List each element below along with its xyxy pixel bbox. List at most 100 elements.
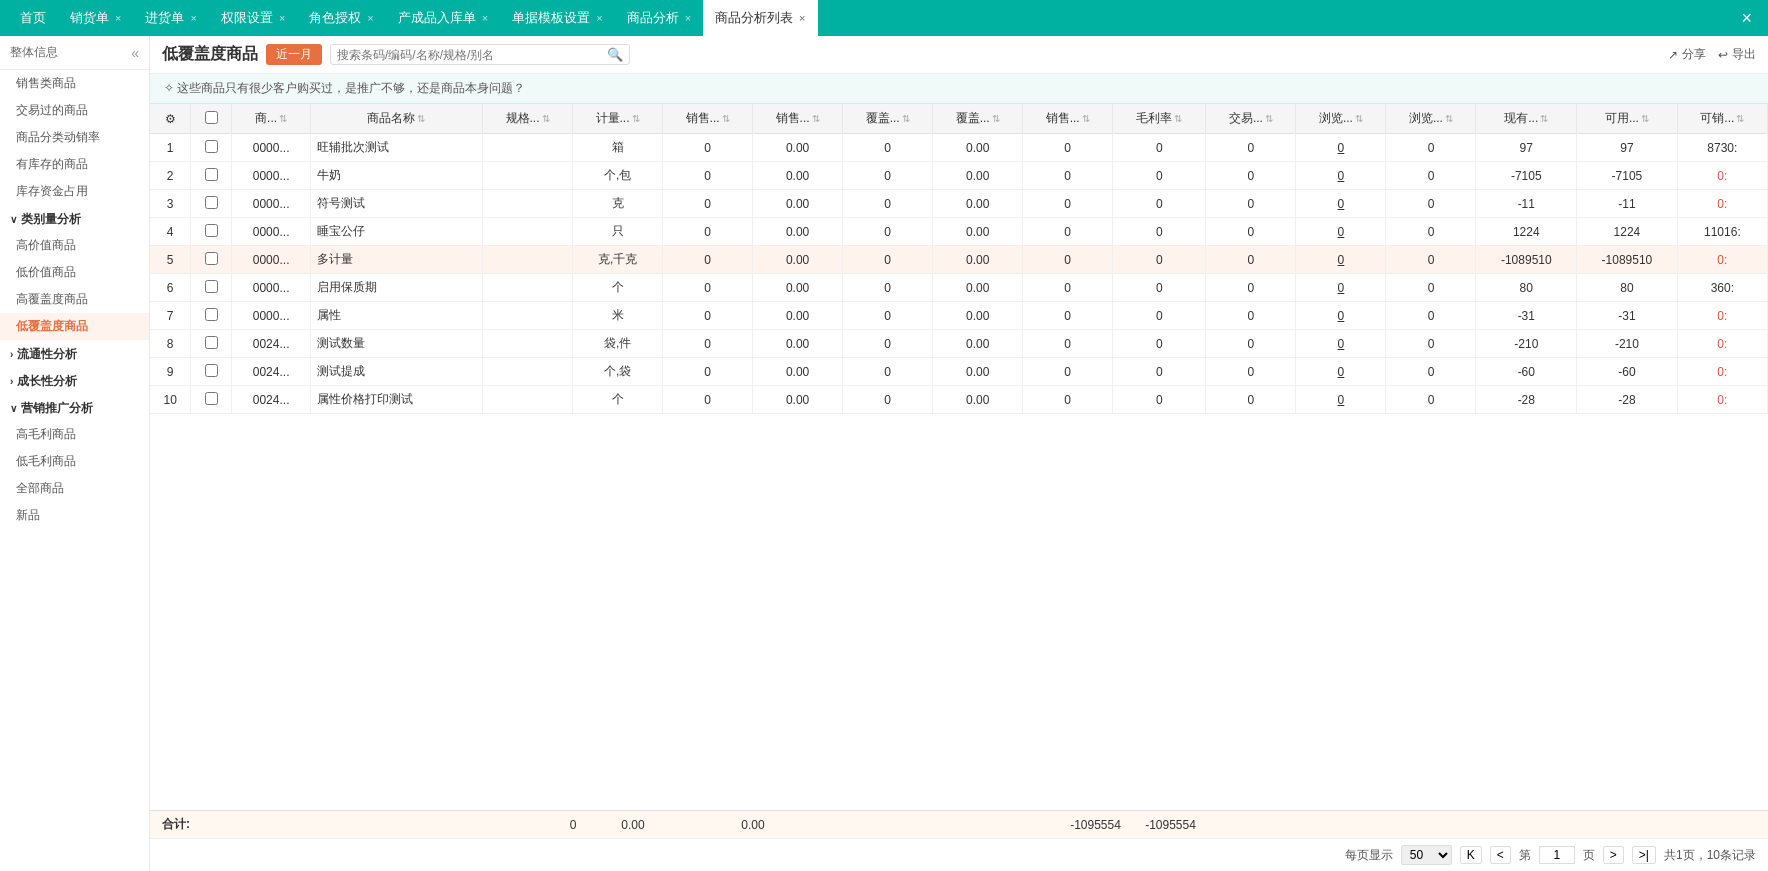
row-browse1[interactable]: 0 — [1296, 190, 1386, 218]
sidebar-group-growth[interactable]: › 成长性分析 — [0, 367, 149, 394]
page-size-select[interactable]: 50 20 100 — [1401, 845, 1452, 865]
prev-page-button[interactable]: < — [1490, 846, 1511, 864]
nav-item-template[interactable]: 单据模板设置 × — [500, 0, 614, 36]
nav-item-product-analysis-list[interactable]: 商品分析列表 × — [703, 0, 817, 36]
row-select-checkbox[interactable] — [205, 280, 218, 293]
close-icon[interactable]: × — [596, 12, 602, 24]
sidebar-item-category-rate[interactable]: 商品分类动销率 — [0, 124, 149, 151]
col-browse2[interactable]: 浏览...⇅ — [1386, 104, 1476, 134]
search-input[interactable] — [337, 48, 607, 62]
sidebar-group-marketing[interactable]: ∨ 营销推广分析 — [0, 394, 149, 421]
row-current-stock: 80 — [1476, 274, 1577, 302]
export-button[interactable]: ↩ 导出 — [1718, 46, 1756, 63]
close-icon[interactable]: × — [367, 12, 373, 24]
close-icon[interactable]: × — [799, 12, 805, 24]
row-select-checkbox[interactable] — [205, 364, 218, 377]
sidebar-item-low-coverage[interactable]: 低覆盖度商品 — [0, 313, 149, 340]
row-select-checkbox[interactable] — [205, 392, 218, 405]
col-sellable[interactable]: 可销...⇅ — [1677, 104, 1767, 134]
col-available-stock[interactable]: 可用...⇅ — [1577, 104, 1678, 134]
col-coverage1[interactable]: 覆盖...⇅ — [843, 104, 933, 134]
select-all-checkbox[interactable] — [205, 111, 218, 124]
sidebar-item-new-goods[interactable]: 新品 — [0, 502, 149, 529]
nav-item-purchase[interactable]: 进货单 × — [133, 0, 208, 36]
sidebar-item-capital[interactable]: 库存资金占用 — [0, 178, 149, 205]
row-browse1[interactable]: 0 — [1296, 246, 1386, 274]
col-transaction[interactable]: 交易...⇅ — [1206, 104, 1296, 134]
col-name[interactable]: 商品名称⇅ — [310, 104, 482, 134]
sidebar-item-high-margin[interactable]: 高毛利商品 — [0, 421, 149, 448]
next-page-button[interactable]: > — [1603, 846, 1624, 864]
row-browse1[interactable]: 0 — [1296, 274, 1386, 302]
row-browse1[interactable]: 0 — [1296, 134, 1386, 162]
sidebar-item-sales-goods[interactable]: 销售类商品 — [0, 70, 149, 97]
row-browse1[interactable]: 0 — [1296, 162, 1386, 190]
close-icon[interactable]: × — [279, 12, 285, 24]
nav-item-product-analysis[interactable]: 商品分析 × — [615, 0, 703, 36]
row-checkbox[interactable] — [191, 162, 232, 190]
sidebar-group-coverage[interactable]: ∨ 类别量分析 — [0, 205, 149, 232]
sidebar-collapse-button[interactable]: « — [131, 45, 139, 61]
share-button[interactable]: ↗ 分享 — [1668, 46, 1706, 63]
nav-item-product-inbound[interactable]: 产成品入库单 × — [386, 0, 500, 36]
col-sales-amount[interactable]: 销售...⇅ — [753, 104, 843, 134]
close-icon[interactable]: × — [685, 12, 691, 24]
row-gross-margin: 0 — [1113, 218, 1206, 246]
row-select-checkbox[interactable] — [205, 168, 218, 181]
window-close-button[interactable]: × — [1733, 8, 1760, 29]
row-select-checkbox[interactable] — [205, 252, 218, 265]
row-select-checkbox[interactable] — [205, 336, 218, 349]
row-checkbox[interactable] — [191, 330, 232, 358]
page-number-input[interactable] — [1539, 846, 1575, 864]
col-code[interactable]: 商...⇅ — [232, 104, 310, 134]
row-browse1[interactable]: 0 — [1296, 330, 1386, 358]
nav-item-role[interactable]: 角色授权 × — [297, 0, 385, 36]
period-button[interactable]: 近一月 — [266, 44, 322, 65]
sidebar-group-flow[interactable]: › 流通性分析 — [0, 340, 149, 367]
col-sales-other[interactable]: 销售...⇅ — [1023, 104, 1113, 134]
sidebar-item-in-stock[interactable]: 有库存的商品 — [0, 151, 149, 178]
sidebar-item-low-margin[interactable]: 低毛利商品 — [0, 448, 149, 475]
nav-item-sales[interactable]: 销货单 × — [58, 0, 133, 36]
sidebar-item-high-value[interactable]: 高价值商品 — [0, 232, 149, 259]
row-sales-other: 0 — [1023, 162, 1113, 190]
col-coverage2[interactable]: 覆盖...⇅ — [933, 104, 1023, 134]
row-checkbox[interactable] — [191, 190, 232, 218]
col-settings[interactable]: ⚙ — [150, 104, 191, 134]
col-browse1[interactable]: 浏览...⇅ — [1296, 104, 1386, 134]
table-row: 1 0000... 旺辅批次测试 箱 0 0.00 0 0.00 0 0 0 0… — [150, 134, 1768, 162]
close-icon[interactable]: × — [482, 12, 488, 24]
row-browse1[interactable]: 0 — [1296, 302, 1386, 330]
export-icon: ↩ — [1718, 48, 1728, 62]
nav-item-permission[interactable]: 权限设置 × — [209, 0, 297, 36]
row-browse1[interactable]: 0 — [1296, 386, 1386, 414]
row-checkbox[interactable] — [191, 386, 232, 414]
row-checkbox[interactable] — [191, 218, 232, 246]
row-browse1[interactable]: 0 — [1296, 218, 1386, 246]
last-page-button[interactable]: >| — [1632, 846, 1656, 864]
row-browse1[interactable]: 0 — [1296, 358, 1386, 386]
row-select-checkbox[interactable] — [205, 140, 218, 153]
col-checkbox[interactable] — [191, 104, 232, 134]
sidebar-item-high-coverage[interactable]: 高覆盖度商品 — [0, 286, 149, 313]
sidebar-item-low-value[interactable]: 低价值商品 — [0, 259, 149, 286]
col-sales-qty[interactable]: 销售...⇅ — [663, 104, 753, 134]
col-spec[interactable]: 规格...⇅ — [483, 104, 573, 134]
row-checkbox[interactable] — [191, 274, 232, 302]
row-checkbox[interactable] — [191, 246, 232, 274]
row-select-checkbox[interactable] — [205, 224, 218, 237]
sidebar-item-traded-goods[interactable]: 交易过的商品 — [0, 97, 149, 124]
row-checkbox[interactable] — [191, 358, 232, 386]
col-current-stock[interactable]: 现有...⇅ — [1476, 104, 1577, 134]
close-icon[interactable]: × — [190, 12, 196, 24]
close-icon[interactable]: × — [115, 12, 121, 24]
col-unit[interactable]: 计量...⇅ — [573, 104, 663, 134]
col-gross-margin[interactable]: 毛利率⇅ — [1113, 104, 1206, 134]
row-checkbox[interactable] — [191, 134, 232, 162]
nav-item-home[interactable]: 首页 — [8, 0, 58, 36]
first-page-button[interactable]: K — [1460, 846, 1482, 864]
sidebar-item-all-goods[interactable]: 全部商品 — [0, 475, 149, 502]
row-select-checkbox[interactable] — [205, 196, 218, 209]
row-checkbox[interactable] — [191, 302, 232, 330]
row-select-checkbox[interactable] — [205, 308, 218, 321]
